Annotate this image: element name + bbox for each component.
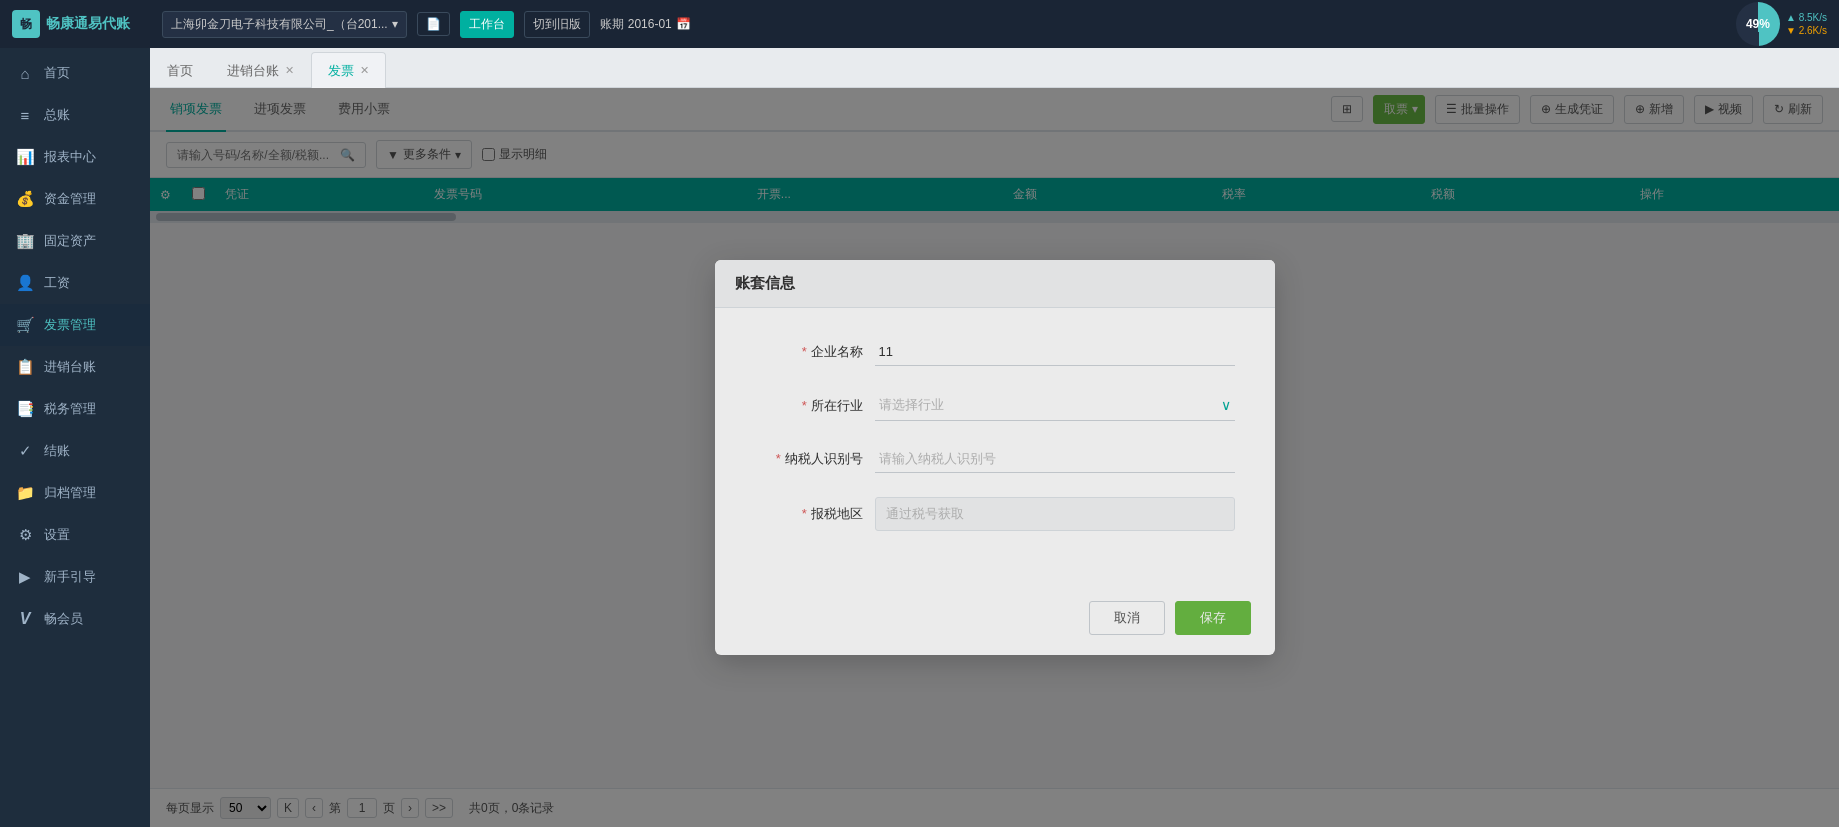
app-name: 畅康通易代账 <box>46 15 130 33</box>
tab-sales-ledger[interactable]: 进销台账 ✕ <box>210 52 311 88</box>
sidebar-item-home[interactable]: ⌂ 首页 <box>0 52 150 94</box>
form-row-tax-id: * 纳税人识别号 <box>755 445 1235 473</box>
sidebar-label-ledger: 总账 <box>44 106 70 124</box>
save-button[interactable]: 保存 <box>1175 601 1251 635</box>
calendar-icon[interactable]: 📅 <box>676 17 691 31</box>
sidebar-item-fixed-assets[interactable]: 🏢 固定资产 <box>0 220 150 262</box>
document-icon: 📄 <box>426 17 441 31</box>
archive-icon: 📁 <box>16 484 34 502</box>
sidebar-label-home: 首页 <box>44 64 70 82</box>
company-name: 上海卯金刀电子科技有限公司_（台201... <box>171 16 388 33</box>
sidebar-label-settings: 设置 <box>44 526 70 544</box>
sidebar-label-salary: 工资 <box>44 274 70 292</box>
upload-percent-circle: 49% <box>1736 2 1780 46</box>
invoice-content: 销项发票 进项发票 费用小票 ⊞ 取票 ▾ ☰ <box>150 88 1839 827</box>
tab-bar: 首页 进销台账 ✕ 发票 ✕ <box>150 48 1839 88</box>
tab-invoice-close[interactable]: ✕ <box>360 64 369 77</box>
input-tax-id[interactable] <box>875 445 1235 473</box>
sidebar-label-guide: 新手引导 <box>44 568 96 586</box>
switch-old-button[interactable]: 切到旧版 <box>524 11 590 38</box>
reports-icon: 📊 <box>16 148 34 166</box>
modal-header: 账套信息 <box>715 260 1275 308</box>
settle-icon: ✓ <box>16 442 34 460</box>
sales-ledger-icon: 📋 <box>16 358 34 376</box>
top-bar-right: 49% ▲ 8.5K/s ▼ 2.6K/s <box>1736 2 1827 46</box>
company-selector[interactable]: 上海卯金刀电子科技有限公司_（台201... ▾ <box>162 11 407 38</box>
home-icon: ⌂ <box>16 65 34 82</box>
tab-home-label: 首页 <box>167 62 193 80</box>
top-bar: 畅 畅康通易代账 上海卯金刀电子科技有限公司_（台201... ▾ 📄 工作台 … <box>0 0 1839 48</box>
tab-home[interactable]: 首页 <box>150 52 210 88</box>
readonly-tax-region: 通过税号获取 <box>875 497 1235 531</box>
tax-icon: 📑 <box>16 400 34 418</box>
label-company-name: * 企业名称 <box>755 343 875 361</box>
modal-footer: 取消 保存 <box>715 585 1275 655</box>
funds-icon: 💰 <box>16 190 34 208</box>
input-company-name[interactable] <box>875 338 1235 366</box>
main-content: 首页 进销台账 ✕ 发票 ✕ 销项发票 进项发票 费用 <box>150 48 1839 827</box>
sidebar-item-reports[interactable]: 📊 报表中心 <box>0 136 150 178</box>
form-row-industry: * 所在行业 请选择行业 ∨ <box>755 390 1235 421</box>
sidebar-label-sales-ledger: 进销台账 <box>44 358 96 376</box>
logo-icon: 畅 <box>12 10 40 38</box>
sidebar-label-funds: 资金管理 <box>44 190 96 208</box>
account-period: 账期 2016-01 📅 <box>600 16 691 33</box>
invoice-mgmt-icon: 🛒 <box>16 316 34 334</box>
label-industry: * 所在行业 <box>755 397 875 415</box>
sidebar-item-funds[interactable]: 💰 资金管理 <box>0 178 150 220</box>
guide-icon: ▶ <box>16 568 34 586</box>
ledger-icon: ≡ <box>16 107 34 124</box>
fixed-assets-icon: 🏢 <box>16 232 34 250</box>
label-tax-region: * 报税地区 <box>755 505 875 523</box>
tab-invoice-label: 发票 <box>328 62 354 80</box>
form-row-tax-region: * 报税地区 通过税号获取 <box>755 497 1235 531</box>
main-layout: ⌂ 首页 ≡ 总账 📊 报表中心 💰 资金管理 🏢 固定资产 👤 工资 🛒 发票… <box>0 48 1839 827</box>
settings-icon: ⚙ <box>16 526 34 544</box>
sidebar-item-settings[interactable]: ⚙ 设置 <box>0 514 150 556</box>
sidebar-item-member[interactable]: V 畅会员 <box>0 598 150 640</box>
sidebar-item-ledger[interactable]: ≡ 总账 <box>0 94 150 136</box>
sidebar-item-invoice-mgmt[interactable]: 🛒 发票管理 <box>0 304 150 346</box>
tab-sales-ledger-close[interactable]: ✕ <box>285 64 294 77</box>
sidebar-label-tax: 税务管理 <box>44 400 96 418</box>
salary-icon: 👤 <box>16 274 34 292</box>
chevron-down-icon: ▾ <box>392 17 398 31</box>
sidebar-label-settle: 结账 <box>44 442 70 460</box>
modal-overlay: 账套信息 * 企业名称 <box>150 88 1839 827</box>
member-icon: V <box>16 610 34 628</box>
sidebar: ⌂ 首页 ≡ 总账 📊 报表中心 💰 资金管理 🏢 固定资产 👤 工资 🛒 发票… <box>0 48 150 827</box>
industry-dropdown-arrow: ∨ <box>1221 397 1231 413</box>
doc-icon-btn[interactable]: 📄 <box>417 12 450 36</box>
sidebar-label-fixed-assets: 固定资产 <box>44 232 96 250</box>
sidebar-item-tax[interactable]: 📑 税务管理 <box>0 388 150 430</box>
app-logo: 畅 畅康通易代账 <box>12 10 152 38</box>
cancel-button[interactable]: 取消 <box>1089 601 1165 635</box>
sidebar-item-archive[interactable]: 📁 归档管理 <box>0 472 150 514</box>
sidebar-item-sales-ledger[interactable]: 📋 进销台账 <box>0 346 150 388</box>
sidebar-item-settle[interactable]: ✓ 结账 <box>0 430 150 472</box>
sidebar-label-archive: 归档管理 <box>44 484 96 502</box>
modal-body: * 企业名称 * 所在行业 请选择行业 <box>715 308 1275 585</box>
workspace-button[interactable]: 工作台 <box>460 11 514 38</box>
network-speeds: ▲ 8.5K/s ▼ 2.6K/s <box>1786 12 1827 36</box>
form-row-company-name: * 企业名称 <box>755 338 1235 366</box>
sidebar-label-member: 畅会员 <box>44 610 83 628</box>
sidebar-item-salary[interactable]: 👤 工资 <box>0 262 150 304</box>
sidebar-label-reports: 报表中心 <box>44 148 96 166</box>
select-industry[interactable]: 请选择行业 ∨ <box>875 390 1235 421</box>
tab-sales-ledger-label: 进销台账 <box>227 62 279 80</box>
account-info-modal: 账套信息 * 企业名称 <box>715 260 1275 655</box>
sidebar-item-guide[interactable]: ▶ 新手引导 <box>0 556 150 598</box>
tab-invoice[interactable]: 发票 ✕ <box>311 52 386 88</box>
label-tax-id: * 纳税人识别号 <box>755 450 875 468</box>
sidebar-label-invoice-mgmt: 发票管理 <box>44 316 96 334</box>
